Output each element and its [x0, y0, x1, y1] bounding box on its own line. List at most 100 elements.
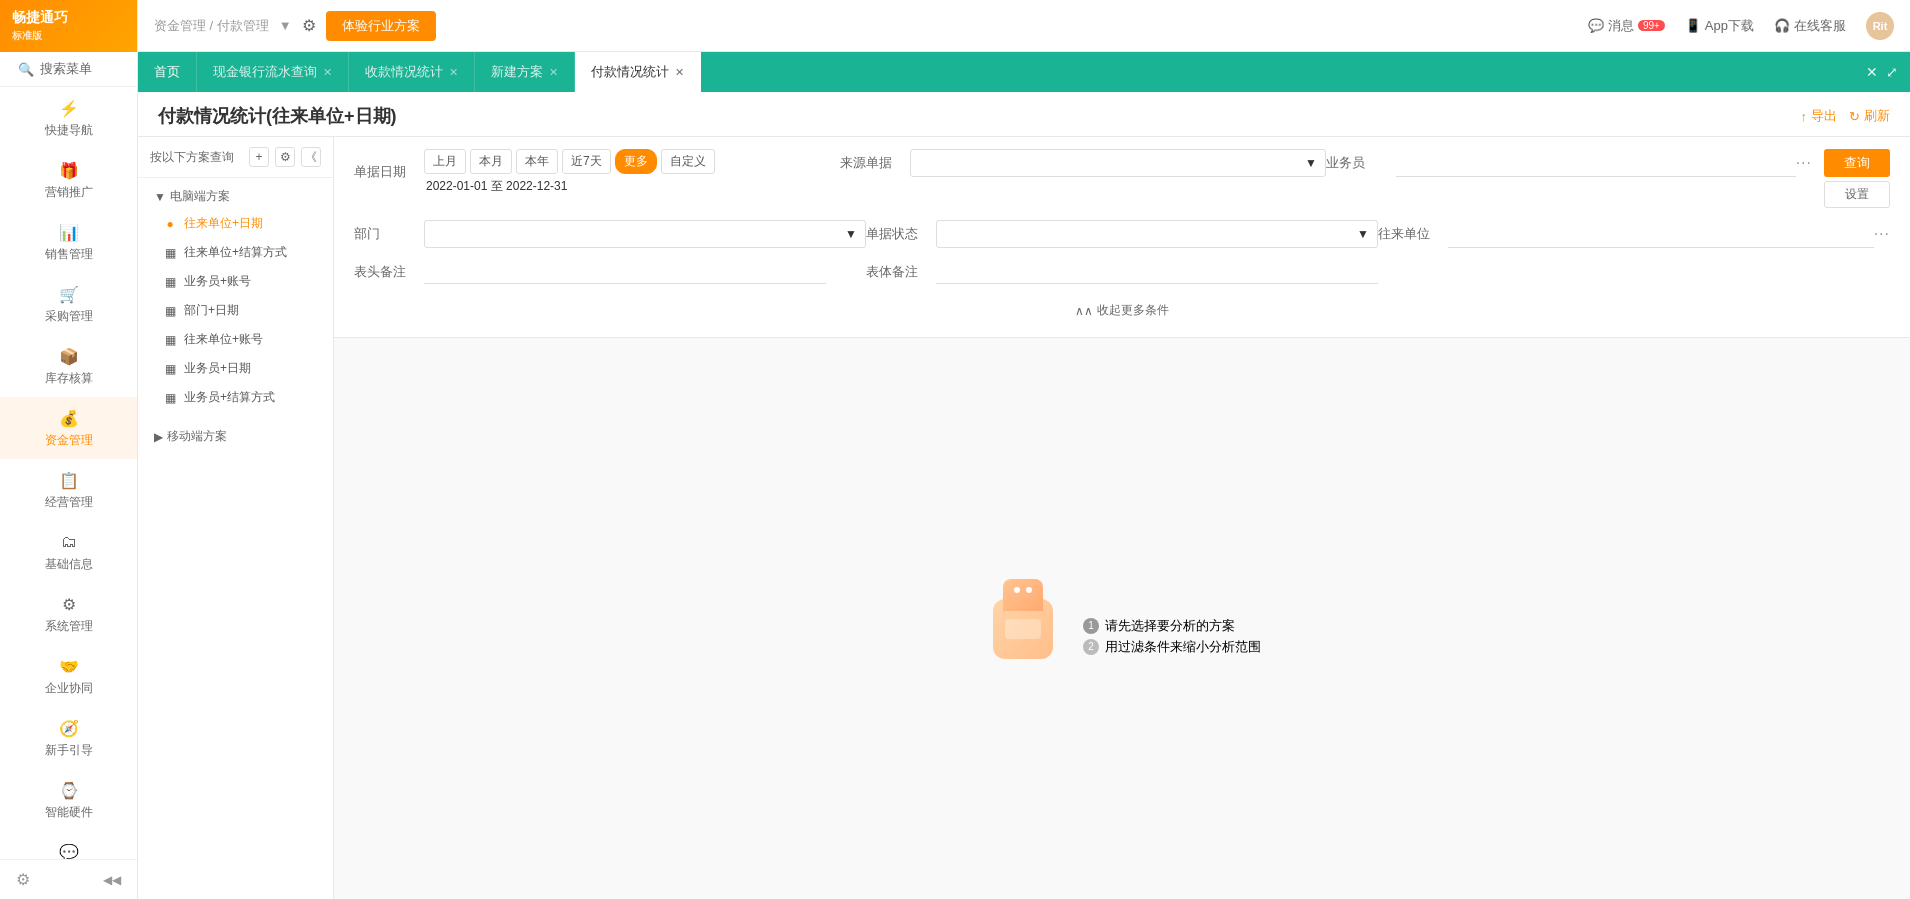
topbar-gear-icon[interactable]: ⚙ [302, 16, 316, 35]
sidebar-item-wechat[interactable]: 💬 企业微信 [0, 831, 137, 859]
export-button[interactable]: ↑ 导出 [1801, 107, 1838, 125]
sidebar-label-enterprise: 企业协同 [45, 680, 93, 697]
robot-head [1003, 579, 1043, 611]
counterpart-dots-icon[interactable]: ··· [1874, 225, 1890, 243]
online-service-label: 在线客服 [1794, 17, 1846, 35]
dept-chevron-icon: ▼ [845, 227, 857, 241]
sidebar-item-enterprise[interactable]: 🤝 企业协同 [0, 645, 137, 707]
message-icon: 💬 [1588, 18, 1604, 33]
date-btn-last-7days[interactable]: 近7天 [562, 149, 611, 174]
sidebar-item-system[interactable]: ⚙ 系统管理 [0, 583, 137, 645]
refresh-button[interactable]: ↻ 刷新 [1849, 107, 1890, 125]
online-service[interactable]: 🎧 在线客服 [1774, 17, 1846, 35]
tab-expand-icon[interactable]: ⤢ [1886, 64, 1898, 80]
logo-sub: 标准版 [12, 29, 68, 43]
date-btn-this-month[interactable]: 本月 [470, 149, 512, 174]
content-area: 按以下方案查询 + ⚙ 《 ▼ [138, 137, 1910, 899]
date-btn-this-year[interactable]: 本年 [516, 149, 558, 174]
counterpart-input[interactable] [1448, 220, 1874, 248]
source-voucher-select[interactable]: ▼ [910, 149, 1326, 177]
dept-select[interactable]: ▼ [424, 220, 866, 248]
enterprise-icon: 🤝 [58, 655, 80, 677]
left-panel-header: 按以下方案查询 + ⚙ 《 [138, 137, 333, 178]
salesman-input[interactable] [1396, 149, 1796, 177]
sidebar-label-hardware: 智能硬件 [45, 804, 93, 821]
scheme-staff-account[interactable]: ▦ 业务员+账号 [138, 267, 333, 296]
tab-new-scheme-label: 新建方案 [491, 63, 543, 81]
refresh-label: 刷新 [1864, 107, 1890, 125]
tab-payment-stat[interactable]: 收款情况统计 ✕ [349, 52, 475, 92]
tab-bank-flow[interactable]: 现金银行流水查询 ✕ [197, 52, 349, 92]
sidebar-item-basic[interactable]: 🗂 基础信息 [0, 521, 137, 583]
date-btn-last-month[interactable]: 上月 [424, 149, 466, 174]
step-2-circle: 2 [1083, 639, 1099, 655]
sidebar-item-marketing[interactable]: 🎁 营销推广 [0, 149, 137, 211]
desktop-schemes-title[interactable]: ▼ 电脑端方案 [138, 184, 333, 209]
scheme-unit-settle[interactable]: ▦ 往来单位+结算方式 [138, 238, 333, 267]
scheme-staff-settle[interactable]: ▦ 业务员+结算方式 [138, 383, 333, 412]
sidebar-label-capital: 资金管理 [45, 432, 93, 449]
tab-home[interactable]: 首页 [138, 52, 197, 92]
date-options-container: 上月 本月 本年 近7天 更多 自定义 2022-01-01 至 2022-12… [424, 149, 715, 195]
empty-hint-2: 2 用过滤条件来缩小分析范围 [1083, 638, 1261, 656]
settings-small-icon: ⚙ [280, 150, 291, 164]
header-memo-label: 表头备注 [354, 263, 424, 281]
tab-payment-stat-label: 收款情况统计 [365, 63, 443, 81]
sales-icon: 📊 [58, 221, 80, 243]
sidebar-settings-icon[interactable]: ⚙ [16, 870, 30, 889]
tab-new-scheme[interactable]: 新建方案 ✕ [475, 52, 575, 92]
expand-right-icon: ▶ [154, 430, 163, 444]
sidebar-item-capital[interactable]: 💰 资金管理 [0, 397, 137, 459]
scheme-unit-date[interactable]: ● 往来单位+日期 [138, 209, 333, 238]
sidebar-item-quick-nav[interactable]: ⚡ 快捷导航 [0, 87, 137, 149]
app-download[interactable]: 📱 App下载 [1685, 17, 1754, 35]
add-scheme-button[interactable]: + [249, 147, 269, 167]
headset-icon: 🎧 [1774, 18, 1790, 33]
body-memo-input[interactable] [936, 260, 1378, 284]
date-btn-custom[interactable]: 自定义 [661, 149, 715, 174]
sidebar-logo: 畅捷通巧 标准版 [0, 0, 137, 52]
mobile-schemes-title[interactable]: ▶ 移动端方案 [138, 424, 333, 449]
salesman-dots-icon[interactable]: ··· [1796, 154, 1812, 172]
tab-pay-stat[interactable]: 付款情况统计 ✕ [575, 52, 701, 92]
scheme-dept-date[interactable]: ▦ 部门+日期 [138, 296, 333, 325]
sidebar-search[interactable]: 🔍 搜索菜单 [0, 52, 137, 87]
tab-close-all-icon[interactable]: ✕ [1866, 64, 1878, 80]
sidebar-item-guide[interactable]: 🧭 新手引导 [0, 707, 137, 769]
tab-bank-flow-close-icon[interactable]: ✕ [323, 66, 332, 79]
tab-pay-stat-close-icon[interactable]: ✕ [675, 66, 684, 79]
tab-payment-stat-close-icon[interactable]: ✕ [449, 66, 458, 79]
sidebar-label-inventory: 库存核算 [45, 370, 93, 387]
sidebar-item-inventory[interactable]: 📦 库存核算 [0, 335, 137, 397]
scheme-unit-account-label: 往来单位+账号 [184, 331, 263, 348]
sidebar-label-marketing: 营销推广 [45, 184, 93, 201]
user-avatar[interactable]: Rit [1866, 12, 1894, 40]
sidebar-item-purchase[interactable]: 🛒 采购管理 [0, 273, 137, 335]
app-download-label: App下载 [1705, 17, 1754, 35]
collapse-more-button[interactable]: ∧∧ 收起更多条件 [1055, 296, 1189, 325]
tab-pay-stat-label: 付款情况统计 [591, 63, 669, 81]
dept-cell: 部门 ▼ [354, 220, 866, 248]
topbar-dropdown-icon[interactable]: ▼ [279, 18, 292, 33]
header-memo-input[interactable] [424, 260, 826, 284]
sidebar-item-operation[interactable]: 📋 经营管理 [0, 459, 137, 521]
query-button[interactable]: 查询 [1824, 149, 1890, 177]
notifications[interactable]: 💬 消息 99+ [1588, 17, 1665, 35]
filter-settings-button[interactable]: 设置 [1824, 181, 1890, 208]
scheme-staff-date[interactable]: ▦ 业务员+日期 [138, 354, 333, 383]
robot-screen [1005, 619, 1041, 639]
sidebar-item-hardware[interactable]: ⌚ 智能硬件 [0, 769, 137, 831]
expand-icon: ▼ [154, 190, 166, 204]
tab-new-scheme-close-icon[interactable]: ✕ [549, 66, 558, 79]
scheme-unit-account[interactable]: ▦ 往来单位+账号 [138, 325, 333, 354]
trial-button[interactable]: 体验行业方案 [326, 11, 436, 41]
scheme-settings-button[interactable]: ⚙ [275, 147, 295, 167]
voucher-status-select[interactable]: ▼ [936, 220, 1378, 248]
sidebar-collapse-icon[interactable]: ◀◀ [103, 873, 121, 887]
date-btn-more[interactable]: 更多 [615, 149, 657, 174]
collapse-panel-button[interactable]: 《 [301, 147, 321, 167]
left-panel-title: 按以下方案查询 [150, 149, 234, 166]
export-icon: ↑ [1801, 109, 1808, 124]
sidebar-item-sales[interactable]: 📊 销售管理 [0, 211, 137, 273]
sidebar-label-sales: 销售管理 [45, 246, 93, 263]
